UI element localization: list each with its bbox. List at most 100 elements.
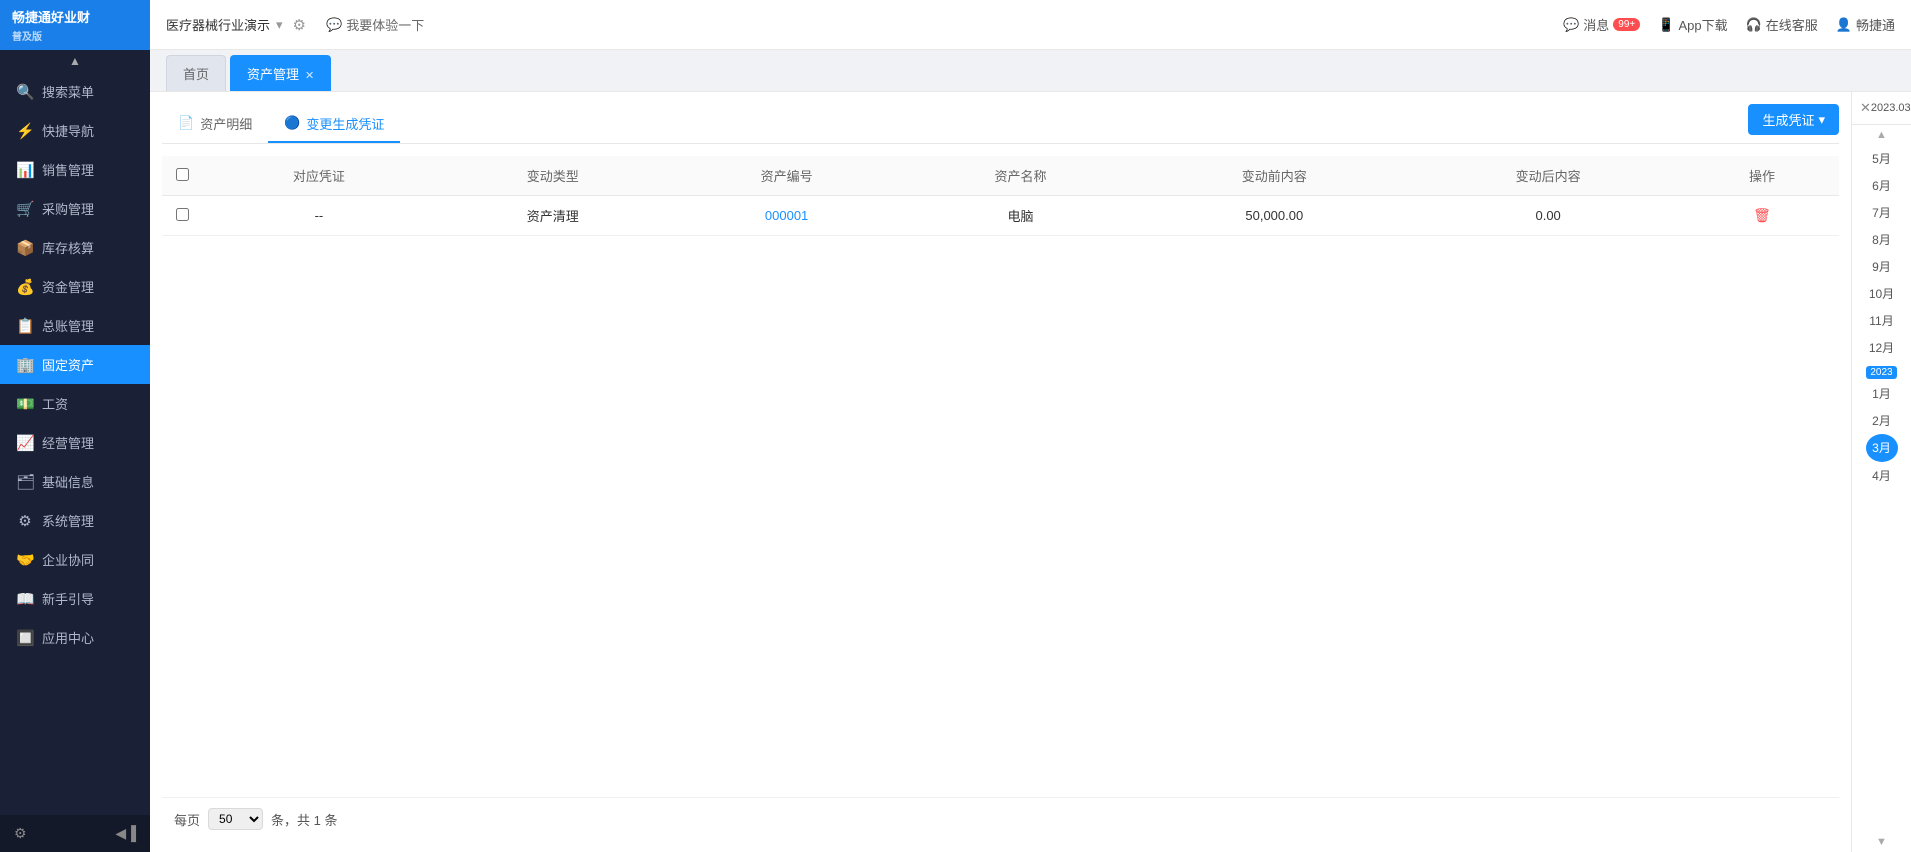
delete-icon[interactable]: 🗑 (1753, 207, 1771, 223)
year-2023-label: 2023 (1852, 361, 1911, 380)
sidebar-item-search[interactable]: 🔍 搜索菜单 (0, 72, 150, 111)
sub-tab-icon-detail: 📄 (178, 115, 194, 131)
sidebar-label-sales: 销售管理 (42, 160, 94, 179)
total-label: 条，共 1 条 (271, 810, 337, 829)
sub-tab-label-detail: 资产明细 (200, 114, 252, 133)
tab-label-home: 首页 (183, 67, 209, 82)
generate-voucher-button[interactable]: 生成凭证 ▾ (1748, 104, 1839, 135)
select-all-checkbox[interactable] (176, 168, 189, 181)
sub-tabs-row: 📄 资产明细 🔵变更生成凭证 生成凭证 ▾ (162, 104, 1839, 144)
sidebar-label-fixedassets: 固定资产 (42, 355, 94, 374)
col-checkbox (162, 156, 202, 196)
sidebar-item-basics[interactable]: 🗂基础信息 (0, 462, 150, 501)
data-table: 对应凭证变动类型资产编号资产名称变动前内容变动后内容操作 -- 资产清理 000… (162, 156, 1839, 236)
sidebar-label-quicknav: 快捷导航 (42, 121, 94, 140)
funds-icon: 💰 (16, 278, 34, 296)
sidebar-item-inventory[interactable]: 📦库存核算 (0, 228, 150, 267)
per-page-select[interactable]: 50 100 200 (208, 808, 263, 830)
system-icon: ⚙ (16, 512, 34, 530)
sidebar-scroll-up[interactable]: ▲ (0, 50, 150, 72)
dropdown-icon[interactable]: ▾ (276, 17, 283, 33)
right-date-panel: ✕ 2023.03 ⤢ ▲ 5月6月7月8月9月10月11月12月20231月2… (1851, 92, 1911, 852)
topbar-gear-icon[interactable]: ⚙ (293, 16, 306, 34)
sidebar-bottom: ⚙ ◀▐ (0, 815, 150, 852)
sidebar-item-appcenter[interactable]: 🔲 应用中心 (0, 618, 150, 657)
salary-icon: 💵 (16, 395, 34, 413)
search-icon: 🔍 (16, 83, 34, 101)
row-asset-code: 000001 (670, 196, 904, 236)
sub-tab-voucher[interactable]: 🔵变更生成凭证 (268, 106, 400, 143)
sidebar-item-purchase[interactable]: 🛒采购管理 (0, 189, 150, 228)
sidebar-item-quicknav[interactable]: ⚡ 快捷导航 (0, 111, 150, 150)
sidebar-label-purchase: 采购管理 (42, 199, 94, 218)
month-item-2023-4月[interactable]: 4月 (1852, 462, 1911, 489)
sidebar-item-fixedassets[interactable]: 🏢 固定资产 (0, 345, 150, 384)
tab-close-assets[interactable]: ✕ (305, 70, 314, 82)
message-label: 消息 (1583, 15, 1609, 34)
date-list: 5月6月7月8月9月10月11月12月20231月2月3月4月 (1852, 145, 1911, 832)
month-item-10月[interactable]: 10月 (1852, 280, 1911, 307)
date-scroll-up-button[interactable]: ▲ (1852, 125, 1911, 145)
app-logo: 畅捷通好业财 普及版 (0, 0, 150, 50)
sub-tab-label-voucher: 变更生成凭证 (306, 114, 384, 133)
sidebar-label-system: 系统管理 (42, 511, 94, 530)
month-item-9月[interactable]: 9月 (1852, 253, 1911, 280)
sidebar-item-operations[interactable]: 📈经营管理 (0, 423, 150, 462)
operations-icon: 📈 (16, 434, 34, 452)
sidebar-item-ledger[interactable]: 📋总账管理 (0, 306, 150, 345)
topbar-company: 医疗器械行业演示 ▾ (166, 15, 283, 34)
settings-icon[interactable]: ⚙ (14, 825, 27, 842)
fixedassets-icon: 🏢 (16, 356, 34, 374)
table-row: -- 资产清理 000001 电脑 50,000.00 0.00 🗑 (162, 196, 1839, 236)
sidebar-item-funds[interactable]: 💰资金管理 (0, 267, 150, 306)
panel-close-button[interactable]: ✕ (1860, 100, 1871, 116)
month-item-12月[interactable]: 12月 (1852, 334, 1911, 361)
online-service-item[interactable]: 🎧 在线客服 (1746, 15, 1818, 34)
topbar: 医疗器械行业演示 ▾ ⚙ 💬 我要体验一下 💬 消息 99+ 📱 App下载 🎧… (150, 0, 1911, 50)
date-scroll-down-button[interactable]: ▼ (1852, 832, 1911, 852)
month-item-2023-3月[interactable]: 3月 (1866, 434, 1898, 462)
sidebar-item-sales[interactable]: 📊销售管理 (0, 150, 150, 189)
quicknav-icon: ⚡ (16, 122, 34, 140)
month-item-5月[interactable]: 5月 (1852, 145, 1911, 172)
message-item[interactable]: 💬 消息 99+ (1563, 15, 1640, 34)
main-panel: 📄 资产明细 🔵变更生成凭证 生成凭证 ▾ 对应凭证变动类型资产编号资产名称变动前内… (150, 92, 1851, 852)
sidebar-label-search: 搜索菜单 (42, 82, 94, 101)
generate-chevron-icon: ▾ (1818, 112, 1825, 128)
collapse-icon[interactable]: ◀▐ (115, 825, 136, 842)
sub-tab-detail[interactable]: 📄 资产明细 (162, 106, 268, 143)
app-download-icon: 📱 (1658, 17, 1674, 33)
sidebar-nav: 🔍 搜索菜单 ⚡ 快捷导航 📊销售管理🛒采购管理📦库存核算💰资金管理📋总账管理 🏢 固定资产… (0, 72, 150, 815)
feedback-label: 我要体验一下 (346, 15, 424, 34)
month-item-11月[interactable]: 11月 (1852, 307, 1911, 334)
user-item[interactable]: 👤 畅捷通 (1836, 15, 1895, 34)
col-after_change: 变动后内容 (1411, 156, 1685, 196)
row-change-type: 资产清理 (436, 196, 670, 236)
sidebar-label-collab: 企业协同 (42, 550, 94, 569)
message-icon: 💬 (1563, 17, 1579, 33)
month-item-7月[interactable]: 7月 (1852, 199, 1911, 226)
content: 📄 资产明细 🔵变更生成凭证 生成凭证 ▾ 对应凭证变动类型资产编号资产名称变动前内… (150, 92, 1911, 852)
month-item-8月[interactable]: 8月 (1852, 226, 1911, 253)
month-item-2023-1月[interactable]: 1月 (1852, 380, 1911, 407)
appcenter-icon: 🔲 (16, 629, 34, 647)
tab-assets[interactable]: 资产管理✕ (230, 55, 331, 91)
online-service-icon: 🎧 (1746, 17, 1762, 33)
app-download-item[interactable]: 📱 App下载 (1658, 15, 1727, 34)
sidebar-item-system[interactable]: ⚙ 系统管理 (0, 501, 150, 540)
sidebar-item-collab[interactable]: 🤝企业协同 (0, 540, 150, 579)
month-item-6月[interactable]: 6月 (1852, 172, 1911, 199)
row-voucher-ref: -- (202, 196, 436, 236)
row-checkbox-0[interactable] (176, 208, 189, 221)
month-item-2023-2月[interactable]: 2月 (1852, 407, 1911, 434)
sidebar-label-appcenter: 应用中心 (42, 628, 94, 647)
row-after-change: 0.00 (1411, 196, 1685, 236)
sidebar-item-guide[interactable]: 📖新手引导 (0, 579, 150, 618)
inventory-icon: 📦 (16, 239, 34, 257)
col-action: 操作 (1685, 156, 1839, 196)
row-asset-name: 电脑 (904, 196, 1138, 236)
tab-home[interactable]: 首页 (166, 55, 226, 91)
col-voucher_ref: 对应凭证 (202, 156, 436, 196)
sidebar-item-salary[interactable]: 💵工资 (0, 384, 150, 423)
pagination: 每页 50 100 200 条，共 1 条 (162, 797, 1839, 840)
